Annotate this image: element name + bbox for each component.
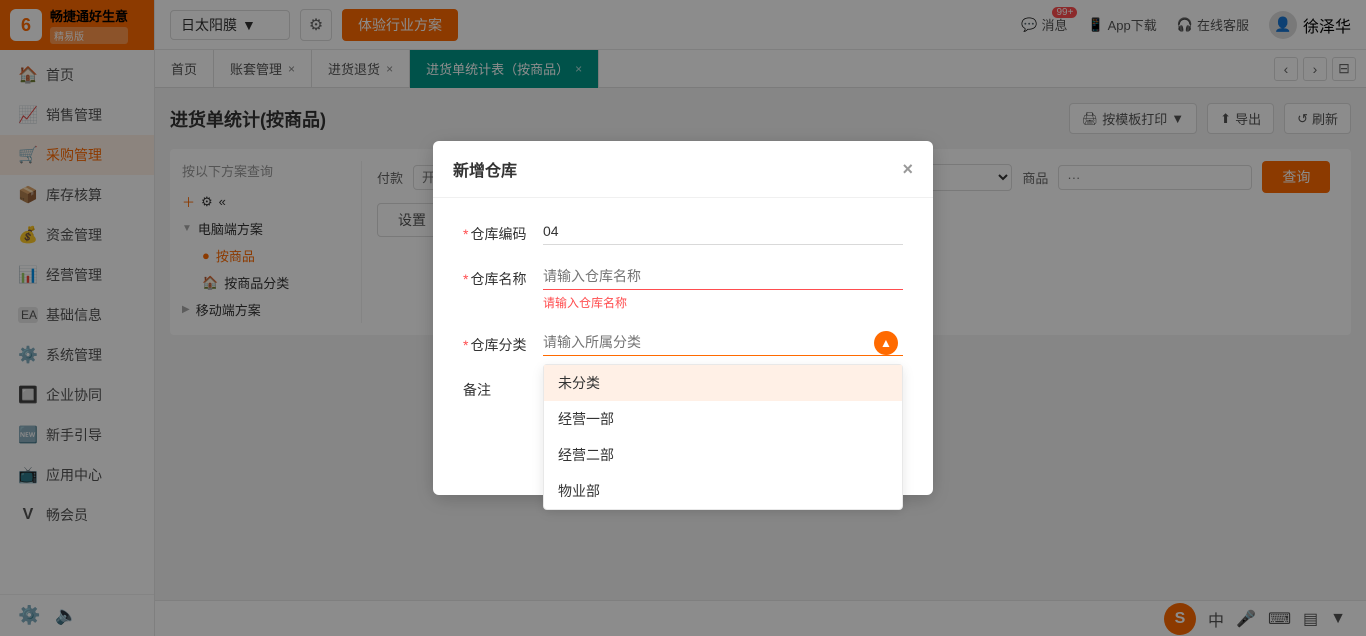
form-field-category: ▲ 未分类 经营一部 经营二部 物业部 bbox=[543, 329, 903, 356]
form-field-name: 请输入仓库名称 bbox=[543, 263, 903, 311]
warehouse-code-input[interactable] bbox=[543, 218, 903, 245]
name-error-msg: 请输入仓库名称 bbox=[543, 294, 903, 311]
warehouse-name-input[interactable] bbox=[543, 263, 903, 290]
form-field-code bbox=[543, 218, 903, 245]
dropdown-item-dept2[interactable]: 经营二部 bbox=[544, 437, 902, 473]
new-warehouse-dialog: 新增仓库 × 仓库编码 仓库名称 请输入仓库名称 仓库分类 bbox=[433, 141, 933, 495]
dialog-close-button[interactable]: × bbox=[902, 159, 913, 180]
dialog-body: 仓库编码 仓库名称 请输入仓库名称 仓库分类 ▲ bbox=[433, 198, 933, 439]
dropdown-item-property[interactable]: 物业部 bbox=[544, 473, 902, 509]
dialog-header: 新增仓库 × bbox=[433, 141, 933, 198]
dropdown-item-unclassified[interactable]: 未分类 bbox=[544, 365, 902, 401]
dialog-overlay[interactable]: 新增仓库 × 仓库编码 仓库名称 请输入仓库名称 仓库分类 bbox=[0, 0, 1366, 636]
dropdown-item-dept1[interactable]: 经营一部 bbox=[544, 401, 902, 437]
form-row-name: 仓库名称 请输入仓库名称 bbox=[463, 263, 903, 311]
category-toggle-button[interactable]: ▲ bbox=[874, 331, 898, 355]
category-input[interactable] bbox=[543, 329, 903, 356]
category-dropdown: 未分类 经营一部 经营二部 物业部 bbox=[543, 364, 903, 510]
form-row-code: 仓库编码 bbox=[463, 218, 903, 245]
form-row-category: 仓库分类 ▲ 未分类 经营一部 经营二部 物业部 bbox=[463, 329, 903, 356]
